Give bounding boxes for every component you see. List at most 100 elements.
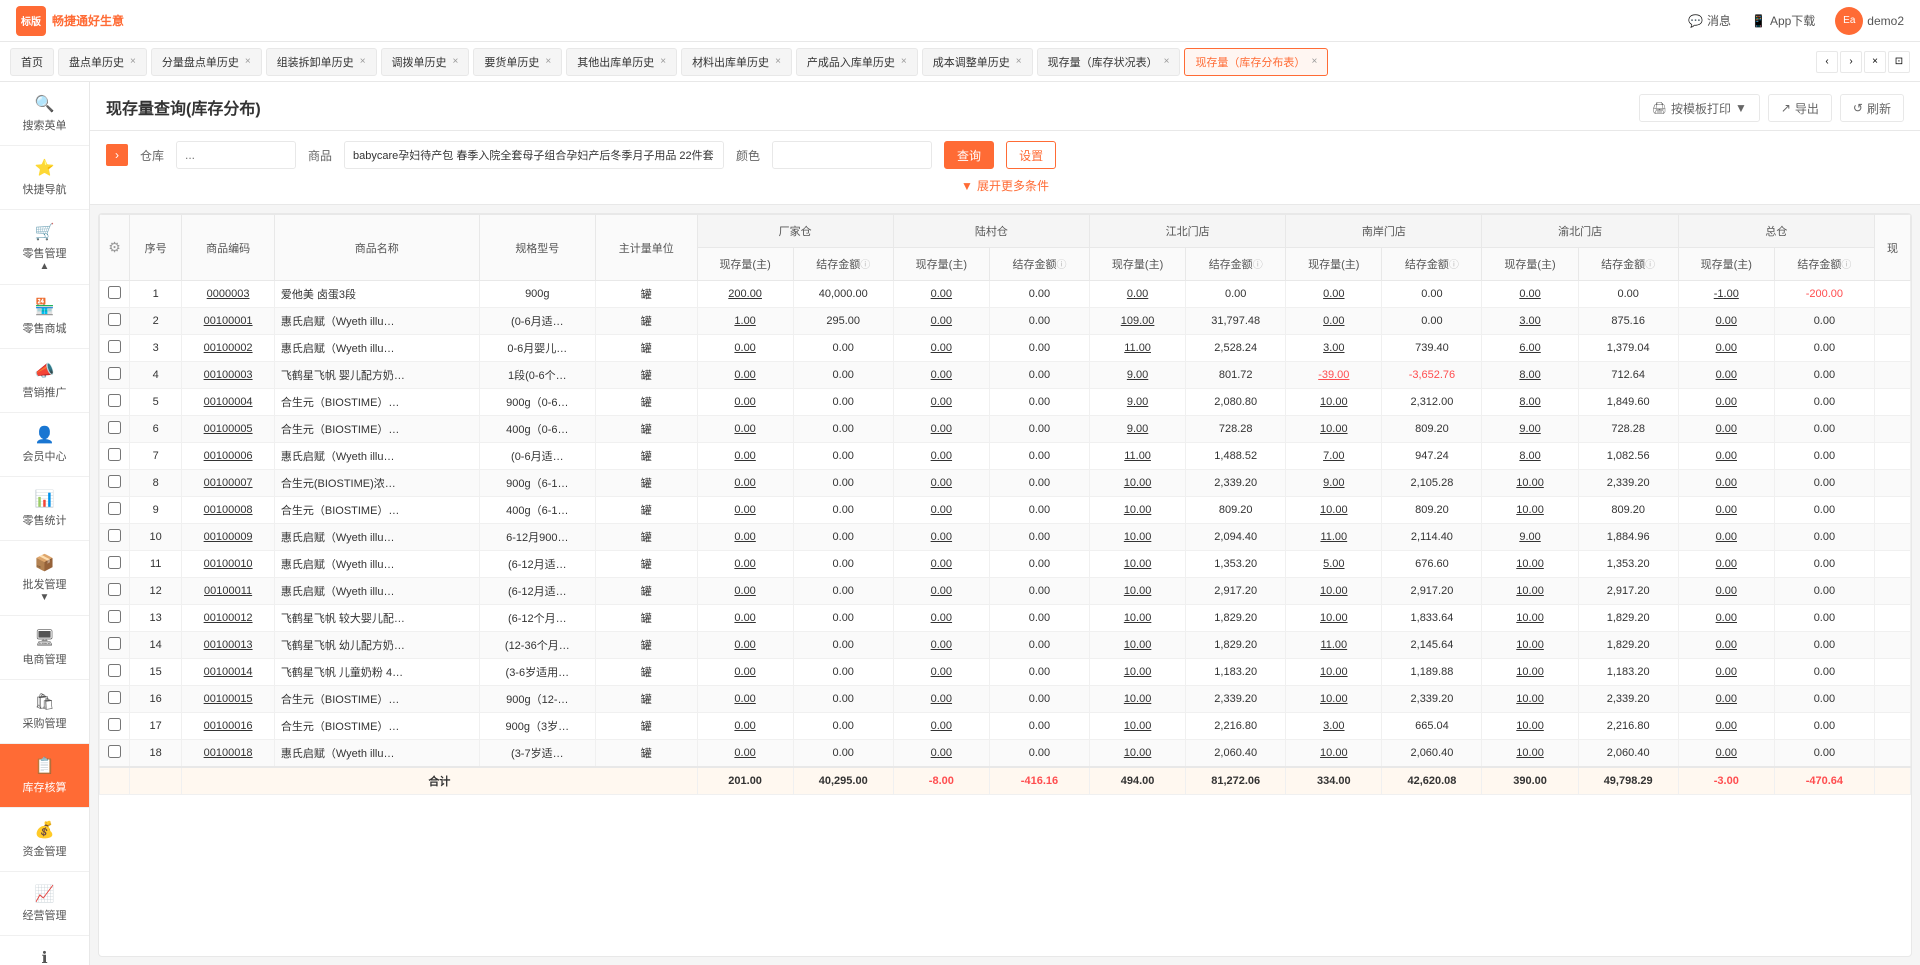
tab-expand-btn[interactable]: ⊡ [1888,51,1910,73]
row-checkbox[interactable] [100,470,130,497]
sidebar-item-inventory[interactable]: 📋 库存核算 [0,744,89,808]
row-checkbox[interactable] [100,686,130,713]
row-no: 12 [130,578,182,605]
sidebar-item-search[interactable]: 🔍 搜索英单 [0,82,89,146]
row-code: 00100005 [182,416,275,443]
tab-9-close[interactable]: × [1016,56,1022,67]
sidebar-item-member[interactable]: 👤 会员中心 [0,413,89,477]
row-c2-amt: 0.00 [989,416,1089,443]
print-btn[interactable]: 🖨 按模板打印 ▼ [1639,94,1760,122]
row-no: 15 [130,659,182,686]
query-btn[interactable]: 查询 [944,141,994,169]
sidebar-item-purchase[interactable]: 🛍 采购管理 [0,680,89,744]
row-checkbox[interactable] [100,497,130,524]
tab-5[interactable]: 要货单历史 × [473,48,562,76]
row-checkbox[interactable] [100,578,130,605]
sidebar-item-retail-mgmt[interactable]: 🛒 零售管理 ▲ [0,210,89,285]
row-code: 00100015 [182,686,275,713]
footer-label: 合计 [182,767,697,795]
row-total-amt: 0.00 [1774,416,1874,443]
row-checkbox[interactable] [100,551,130,578]
tab-2[interactable]: 分量盘点单历史 × [151,48,262,76]
row-checkbox[interactable] [100,713,130,740]
tab-4-close[interactable]: × [453,56,459,67]
tab-1[interactable]: 盘点单历史 × [58,48,147,76]
export-btn[interactable]: ↗ 导出 [1768,94,1832,122]
info-icon-6[interactable]: ⓘ [1841,260,1851,271]
settings-icon[interactable]: ⚙ [108,239,121,255]
row-c2-amt: 0.00 [989,659,1089,686]
row-c1-amt: 0.00 [793,578,893,605]
row-no: 11 [130,551,182,578]
row-c1-stock: 0.00 [697,686,793,713]
filter-toggle-btn[interactable]: › [106,144,128,166]
sidebar-item-mall[interactable]: 🏪 零售商城 [0,285,89,349]
tab-10[interactable]: 现存量（库存状况表） × [1037,48,1181,76]
tab-1-close[interactable]: × [130,56,136,67]
color-input[interactable] [772,141,932,169]
tab-next-btn[interactable]: › [1840,51,1862,73]
tab-home[interactable]: 首页 [10,48,54,76]
row-checkbox[interactable] [100,281,130,308]
row-name: 合生元（BIOSTIME）… [274,713,479,740]
sidebar-item-ecom[interactable]: 🖥 电商管理 [0,616,89,680]
row-checkbox[interactable] [100,605,130,632]
row-checkbox[interactable] [100,740,130,768]
user-menu[interactable]: Ea demo2 [1835,7,1904,35]
row-checkbox[interactable] [100,659,130,686]
info-icon-5[interactable]: ⓘ [1645,260,1655,271]
row-checkbox[interactable] [100,308,130,335]
refresh-icon: ↺ [1853,101,1863,115]
refresh-btn[interactable]: ↺ 刷新 [1840,94,1904,122]
tab-7[interactable]: 材料出库单历史 × [681,48,792,76]
tab-10-close[interactable]: × [1164,56,1170,67]
sidebar-item-finance[interactable]: 💰 资金管理 [0,808,89,872]
tab-8-close[interactable]: × [901,56,907,67]
th-c4-amt: 结存金额ⓘ [1382,248,1482,281]
row-no: 1 [130,281,182,308]
row-current [1874,632,1910,659]
row-c3-amt: 809.20 [1186,497,1286,524]
row-checkbox[interactable] [100,335,130,362]
tab-2-close[interactable]: × [245,56,251,67]
warehouse-input[interactable] [176,141,296,169]
info-icon-1[interactable]: ⓘ [860,260,870,271]
info-icon-4[interactable]: ⓘ [1449,260,1459,271]
sidebar-item-marketing[interactable]: 📣 营销推广 [0,349,89,413]
tab-9[interactable]: 成本调整单历史 × [922,48,1033,76]
tab-8[interactable]: 产成品入库单历史 × [796,48,918,76]
tab-prev-btn[interactable]: ‹ [1816,51,1838,73]
sidebar-item-ops[interactable]: 📈 经营管理 [0,872,89,936]
row-checkbox[interactable] [100,389,130,416]
row-checkbox[interactable] [100,524,130,551]
expand-conditions-btn[interactable]: ▼ 展开更多条件 [961,177,1049,194]
settings-btn[interactable]: 设置 [1006,141,1056,169]
row-c2-stock: 0.00 [893,335,989,362]
row-checkbox[interactable] [100,362,130,389]
sidebar-item-basic[interactable]: ℹ 基础信息 [0,936,89,965]
sidebar-item-wholesale[interactable]: 📦 批发管理 ▼ [0,541,89,616]
tab-3[interactable]: 组装拆卸单历史 × [266,48,377,76]
tab-3-close[interactable]: × [360,56,366,67]
info-icon-3[interactable]: ⓘ [1253,260,1263,271]
row-checkbox[interactable] [100,632,130,659]
tab-6-close[interactable]: × [660,56,666,67]
row-checkbox[interactable] [100,416,130,443]
row-c4-amt: 2,114.40 [1382,524,1482,551]
goods-input[interactable] [344,141,724,169]
row-checkbox[interactable] [100,443,130,470]
tab-7-close[interactable]: × [775,56,781,67]
message-btn[interactable]: 💬 消息 [1688,12,1731,29]
th-c1-stock: 现存量(主) [697,248,793,281]
info-icon-2[interactable]: ⓘ [1056,260,1066,271]
tab-close-all-btn[interactable]: × [1864,51,1886,73]
tab-5-close[interactable]: × [545,56,551,67]
app-download-btn[interactable]: 📱 App下载 [1751,12,1815,29]
row-c3-stock: 109.00 [1090,308,1186,335]
tab-6[interactable]: 其他出库单历史 × [566,48,677,76]
tab-11-active[interactable]: 现存量（库存分布表） × [1184,48,1328,76]
tab-4[interactable]: 调拨单历史 × [381,48,470,76]
sidebar-item-nav[interactable]: ⭐ 快捷导航 [0,146,89,210]
sidebar-item-retail-stat[interactable]: 📊 零售统计 [0,477,89,541]
tab-11-close[interactable]: × [1311,56,1317,67]
